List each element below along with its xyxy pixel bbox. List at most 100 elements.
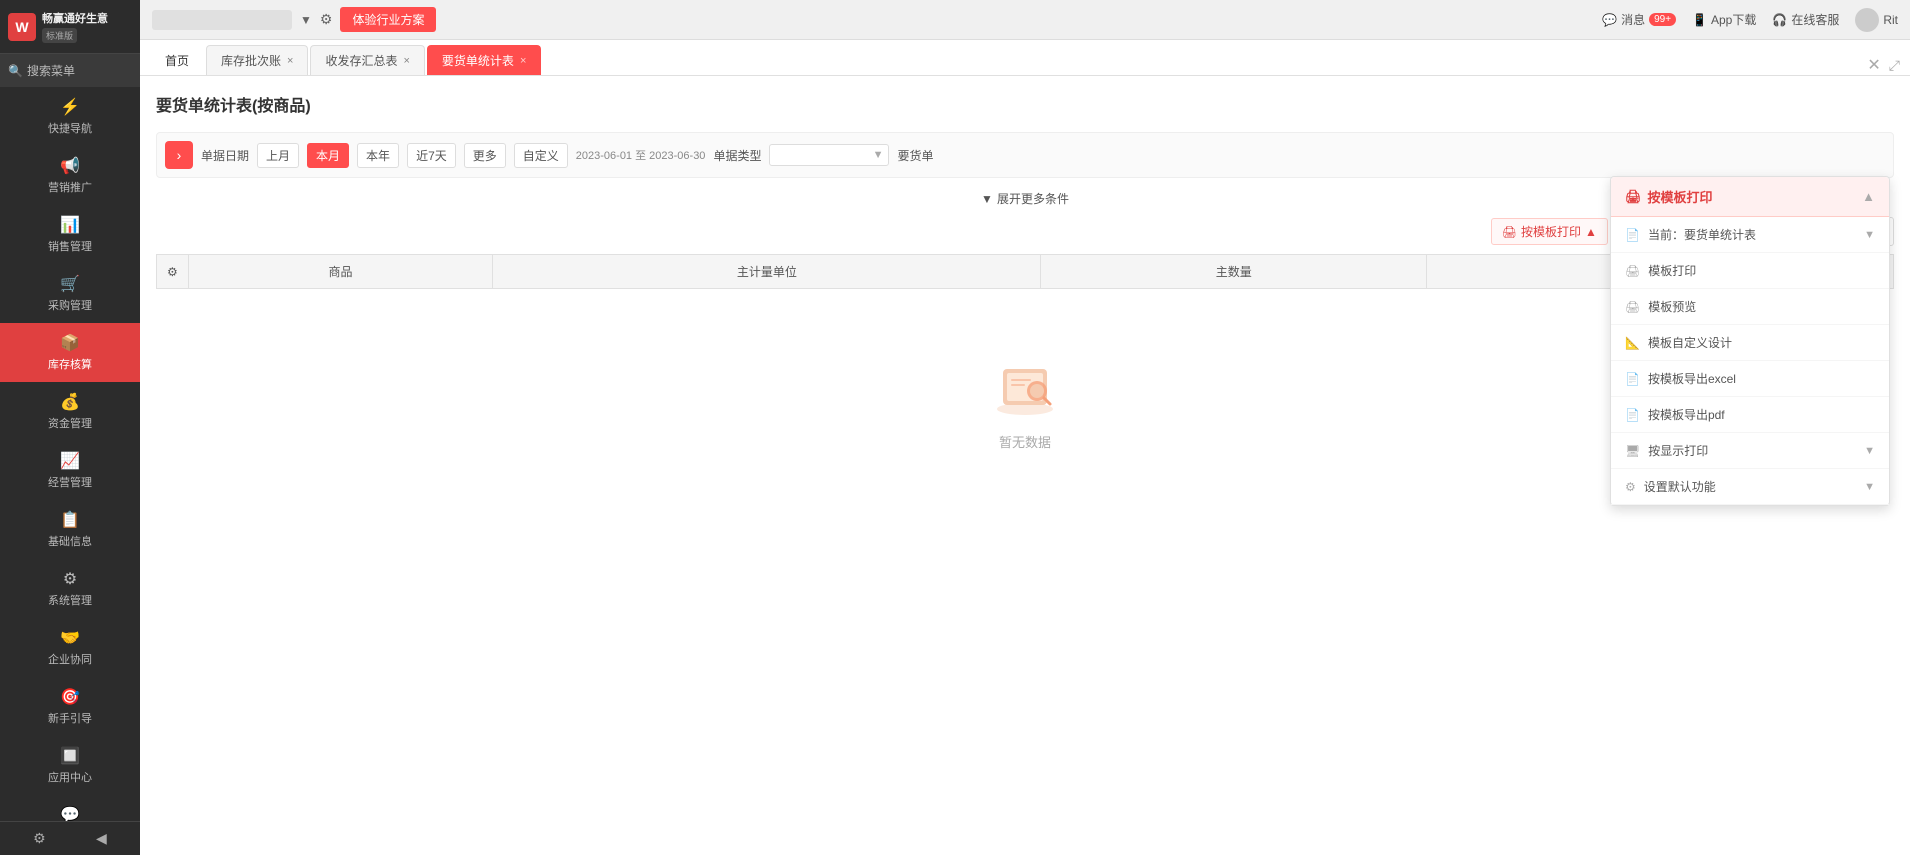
tab-inventory-batch[interactable]: 库存批次账 ×	[206, 45, 308, 75]
tab-home[interactable]: 首页	[150, 45, 204, 75]
sidebar-item-operations[interactable]: 📈 经营管理	[0, 441, 140, 500]
dropdown-item-export-pdf[interactable]: 📄 按模板导出pdf	[1611, 397, 1889, 433]
template-preview-icon: 🖨	[1625, 300, 1640, 314]
sidebar-label-basic: 基础信息	[48, 533, 92, 549]
topbar-gear-icon[interactable]: ⚙	[320, 11, 333, 28]
print-arrow-icon: ▲	[1585, 225, 1597, 239]
sidebar-item-finance[interactable]: 💰 资金管理	[0, 382, 140, 441]
export-excel-left: 📄 按模板导出excel	[1625, 370, 1736, 387]
user-avatar-area[interactable]: Rit	[1855, 8, 1898, 32]
app-download-button[interactable]: 📱 App下载	[1692, 11, 1756, 28]
print-dropdown-icon: 🖨	[1625, 189, 1642, 205]
sidebar-label-quick-nav: 快捷导航	[48, 120, 92, 136]
sidebar-item-system[interactable]: ⚙ 系统管理	[0, 559, 140, 618]
sidebar-label-guide: 新手引导	[48, 710, 92, 726]
sidebar-item-enterprise-wechat[interactable]: 💬 企业微信	[0, 795, 140, 821]
close-window-icon[interactable]: ✕	[1867, 55, 1880, 75]
sidebar-item-guide[interactable]: 🎯 新手引导	[0, 677, 140, 736]
online-service-button[interactable]: 🎧 在线客服	[1772, 11, 1839, 28]
dropdown-item-template-preview[interactable]: 🖨 模板预览	[1611, 289, 1889, 325]
sidebar-item-sales[interactable]: 📊 销售管理	[0, 205, 140, 264]
finance-icon: 💰	[60, 392, 80, 412]
filter-expand-button[interactable]: ›	[165, 141, 193, 169]
search-menu-item[interactable]: 🔍 搜索菜单	[0, 54, 140, 87]
template-design-label: 模板自定义设计	[1648, 334, 1732, 351]
display-print-left: 🖥 按显示打印	[1625, 442, 1708, 459]
topbar-search-input[interactable]	[152, 10, 292, 30]
app-name: 畅赢通好生意	[42, 10, 108, 26]
sidebar-item-purchase[interactable]: 🛒 采购管理	[0, 264, 140, 323]
tab-receivables-summary-close[interactable]: ×	[403, 55, 409, 67]
default-func-label: 设置默认功能	[1644, 478, 1716, 495]
message-button[interactable]: 💬 消息 99+	[1602, 11, 1676, 28]
template-preview-left: 🖨 模板预览	[1625, 298, 1696, 315]
current-template-left: 📄 当前：要货单统计表	[1625, 226, 1756, 243]
settings-footer-icon[interactable]: ⚙	[33, 830, 46, 847]
type-filter-select[interactable]	[769, 144, 889, 166]
date-last-7days-btn[interactable]: 近7天	[407, 143, 456, 168]
sidebar: W 畅赢通好生意 标准版 🔍 搜索菜单 ⚡ 快捷导航 📢 营销推广 📊 销售管理…	[0, 0, 140, 855]
sidebar-label-finance: 资金管理	[48, 415, 92, 431]
sidebar-item-basic[interactable]: 📋 基础信息	[0, 500, 140, 559]
tab-order-stats-close[interactable]: ×	[520, 55, 526, 67]
dropdown-item-template-design[interactable]: 📐 模板自定义设计	[1611, 325, 1889, 361]
sidebar-label-system: 系统管理	[48, 592, 92, 608]
maximize-icon[interactable]: ⤢	[1889, 57, 1900, 74]
topbar-dropdown-arrow[interactable]: ▼	[300, 13, 312, 27]
collapse-sidebar-icon[interactable]: ◀	[96, 830, 107, 847]
date-this-year-btn[interactable]: 本年	[357, 143, 399, 168]
template-design-icon: 📐	[1625, 336, 1640, 350]
print-label: 按模板打印	[1521, 223, 1581, 240]
extra-filter-label: 要货单	[897, 147, 933, 164]
table-header-settings[interactable]: ⚙	[157, 255, 189, 289]
page-title: 要货单统计表(按商品)	[156, 92, 1894, 116]
print-button[interactable]: 🖨 按模板打印 ▲	[1491, 218, 1608, 245]
tab-inventory-batch-label: 库存批次账	[221, 52, 281, 69]
filter-bar: › 单据日期 上月 本月 本年 近7天 更多 自定义 2023-06-01 至 …	[156, 132, 1894, 178]
export-pdf-label: 按模板导出pdf	[1648, 406, 1725, 423]
tab-bar-right: ✕ ⤢	[1867, 55, 1900, 75]
sidebar-label-sales: 销售管理	[48, 238, 92, 254]
tab-receivables-summary[interactable]: 收发存汇总表 ×	[310, 45, 424, 75]
dropdown-item-display-print[interactable]: 🖥 按显示打印 ▼	[1611, 433, 1889, 469]
current-template-arrow: ▼	[1864, 229, 1875, 241]
template-design-left: 📐 模板自定义设计	[1625, 334, 1732, 351]
sidebar-item-marketing[interactable]: 📢 营销推广	[0, 146, 140, 205]
display-print-label: 按显示打印	[1648, 442, 1708, 459]
date-last-month-btn[interactable]: 上月	[257, 143, 299, 168]
dropdown-item-template-print[interactable]: 🖨 模板打印	[1611, 253, 1889, 289]
search-icon: 🔍	[8, 64, 23, 78]
date-custom-btn[interactable]: 自定义	[514, 143, 568, 168]
tab-bar: 首页 库存批次账 × 收发存汇总表 × 要货单统计表 × ✕ ⤢	[140, 40, 1910, 76]
dropdown-item-export-excel[interactable]: 📄 按模板导出excel	[1611, 361, 1889, 397]
sidebar-label-inventory: 库存核算	[48, 356, 92, 372]
operations-icon: 📈	[60, 451, 80, 471]
date-more-btn[interactable]: 更多	[464, 143, 506, 168]
experience-button[interactable]: 体验行业方案	[340, 7, 436, 32]
enterprise-icon: 🤝	[60, 628, 80, 648]
tab-order-stats-label: 要货单统计表	[442, 52, 514, 69]
print-dropdown-collapse[interactable]: ▲	[1862, 189, 1875, 204]
message-badge: 99+	[1649, 13, 1676, 26]
sidebar-nav: ⚡ 快捷导航 📢 营销推广 📊 销售管理 🛒 采购管理 📦 库存核算 💰 资金管…	[0, 87, 140, 821]
message-label: 消息	[1621, 11, 1645, 28]
sidebar-item-inventory[interactable]: 📦 库存核算	[0, 323, 140, 382]
sidebar-item-quick-nav[interactable]: ⚡ 快捷导航	[0, 87, 140, 146]
sidebar-label-enterprise: 企业协同	[48, 651, 92, 667]
app-download-icon: 📱	[1692, 13, 1707, 27]
print-dropdown-header: 🖨 按模板打印 ▲	[1611, 177, 1889, 217]
chevron-right-icon: ›	[177, 147, 182, 163]
dropdown-item-current[interactable]: 📄 当前：要货单统计表 ▼	[1611, 217, 1889, 253]
table-header-unit: 主计量单位	[493, 255, 1041, 289]
sidebar-item-app-center[interactable]: 🔲 应用中心	[0, 736, 140, 795]
expand-more-button[interactable]: ▼ 展开更多条件	[981, 190, 1069, 207]
tab-inventory-batch-close[interactable]: ×	[287, 55, 293, 67]
main-content: ▼ ⚙ 体验行业方案 💬 消息 99+ 📱 App下载 🎧 在线客服 Rit	[140, 0, 1910, 855]
tab-order-stats[interactable]: 要货单统计表 ×	[427, 45, 541, 75]
sidebar-item-enterprise[interactable]: 🤝 企业协同	[0, 618, 140, 677]
current-template-icon: 📄	[1625, 228, 1640, 242]
export-pdf-left: 📄 按模板导出pdf	[1625, 406, 1725, 423]
dropdown-item-default-func[interactable]: ⚙ 设置默认功能 ▼	[1611, 469, 1889, 505]
date-this-month-btn[interactable]: 本月	[307, 143, 349, 168]
display-print-arrow: ▼	[1864, 445, 1875, 457]
